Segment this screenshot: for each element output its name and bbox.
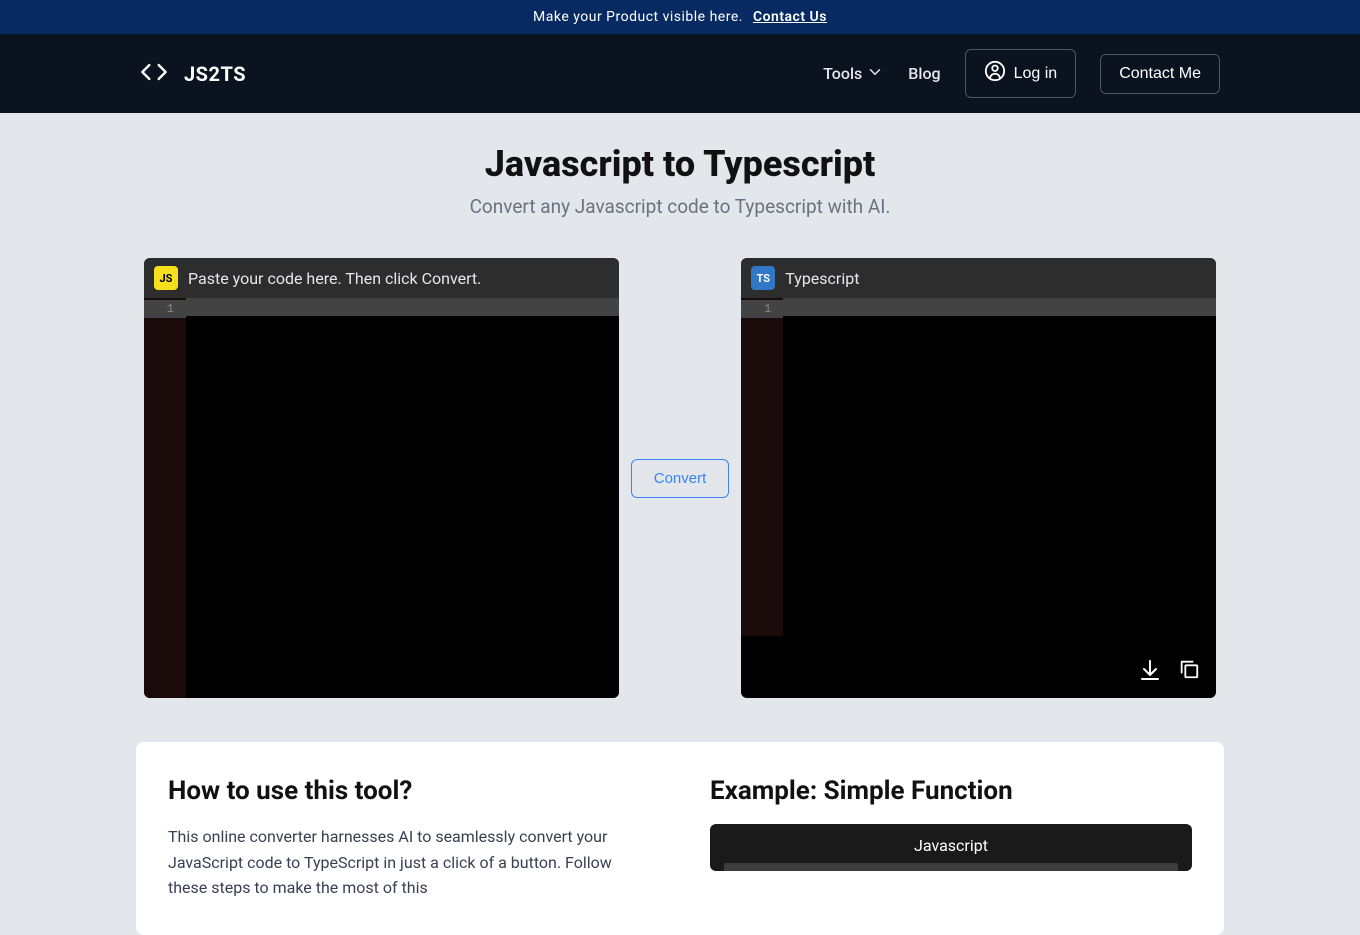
nav-blog-link[interactable]: Blog	[908, 64, 940, 83]
input-line-gutter: 1	[144, 298, 186, 698]
example-code-box: Javascript	[710, 824, 1192, 871]
input-editor-header: JS Paste your code here. Then click Conv…	[144, 258, 619, 298]
login-label: Log in	[1014, 65, 1058, 83]
nav-tools-dropdown[interactable]: Tools	[823, 63, 884, 85]
ts-badge-icon: TS	[751, 266, 775, 290]
output-header-text: Typescript	[785, 269, 859, 288]
download-icon[interactable]	[1138, 658, 1162, 686]
input-header-text: Paste your code here. Then click Convert…	[188, 269, 481, 288]
user-circle-icon	[984, 60, 1006, 87]
nav-tools-label: Tools	[823, 64, 862, 83]
output-code-area	[783, 298, 1216, 646]
nav-right: Tools Blog Log in Contact Me	[823, 49, 1220, 98]
banner-contact-link[interactable]: Contact Us	[753, 9, 827, 25]
line-number: 1	[144, 300, 186, 318]
output-editor-panel: TS Typescript 1	[741, 258, 1216, 698]
output-editor-actions	[741, 646, 1216, 698]
input-editor-panel: JS Paste your code here. Then click Conv…	[144, 258, 619, 698]
hero-section: Javascript to Typescript Convert any Jav…	[0, 113, 1360, 258]
page-subtitle: Convert any Javascript code to Typescrip…	[0, 195, 1360, 218]
nav-left: JS2TS	[140, 58, 246, 90]
login-button[interactable]: Log in	[965, 49, 1077, 98]
copy-icon[interactable]	[1178, 658, 1200, 686]
logo-code-icon	[140, 58, 168, 90]
code-first-line-highlight	[186, 298, 619, 316]
logo-text[interactable]: JS2TS	[184, 62, 246, 86]
example-content-area	[724, 863, 1178, 871]
chevron-down-icon	[866, 63, 884, 85]
howto-heading: How to use this tool?	[168, 776, 650, 806]
convert-button[interactable]: Convert	[631, 459, 730, 498]
line-number: 1	[741, 300, 783, 318]
input-editor-body[interactable]: 1	[144, 298, 619, 698]
converter-area: JS Paste your code here. Then click Conv…	[0, 258, 1360, 698]
howto-column: How to use this tool? This online conver…	[168, 776, 650, 901]
page-title: Javascript to Typescript	[0, 143, 1360, 185]
promo-banner: Make your Product visible here. Contact …	[0, 0, 1360, 34]
output-editor-body: 1	[741, 298, 1216, 646]
info-section: How to use this tool? This online conver…	[136, 742, 1224, 935]
output-editor-header: TS Typescript	[741, 258, 1216, 298]
example-column: Example: Simple Function Javascript	[710, 776, 1192, 901]
code-first-line-highlight	[783, 298, 1216, 316]
example-heading: Example: Simple Function	[710, 776, 1192, 806]
js-badge-icon: JS	[154, 266, 178, 290]
output-line-gutter: 1	[741, 298, 783, 636]
howto-text: This online converter harnesses AI to se…	[168, 824, 650, 901]
navbar: JS2TS Tools Blog Log in Contact Me	[0, 34, 1360, 113]
input-code-area[interactable]	[186, 298, 619, 698]
contact-me-button[interactable]: Contact Me	[1100, 54, 1220, 94]
banner-text: Make your Product visible here.	[533, 9, 743, 25]
